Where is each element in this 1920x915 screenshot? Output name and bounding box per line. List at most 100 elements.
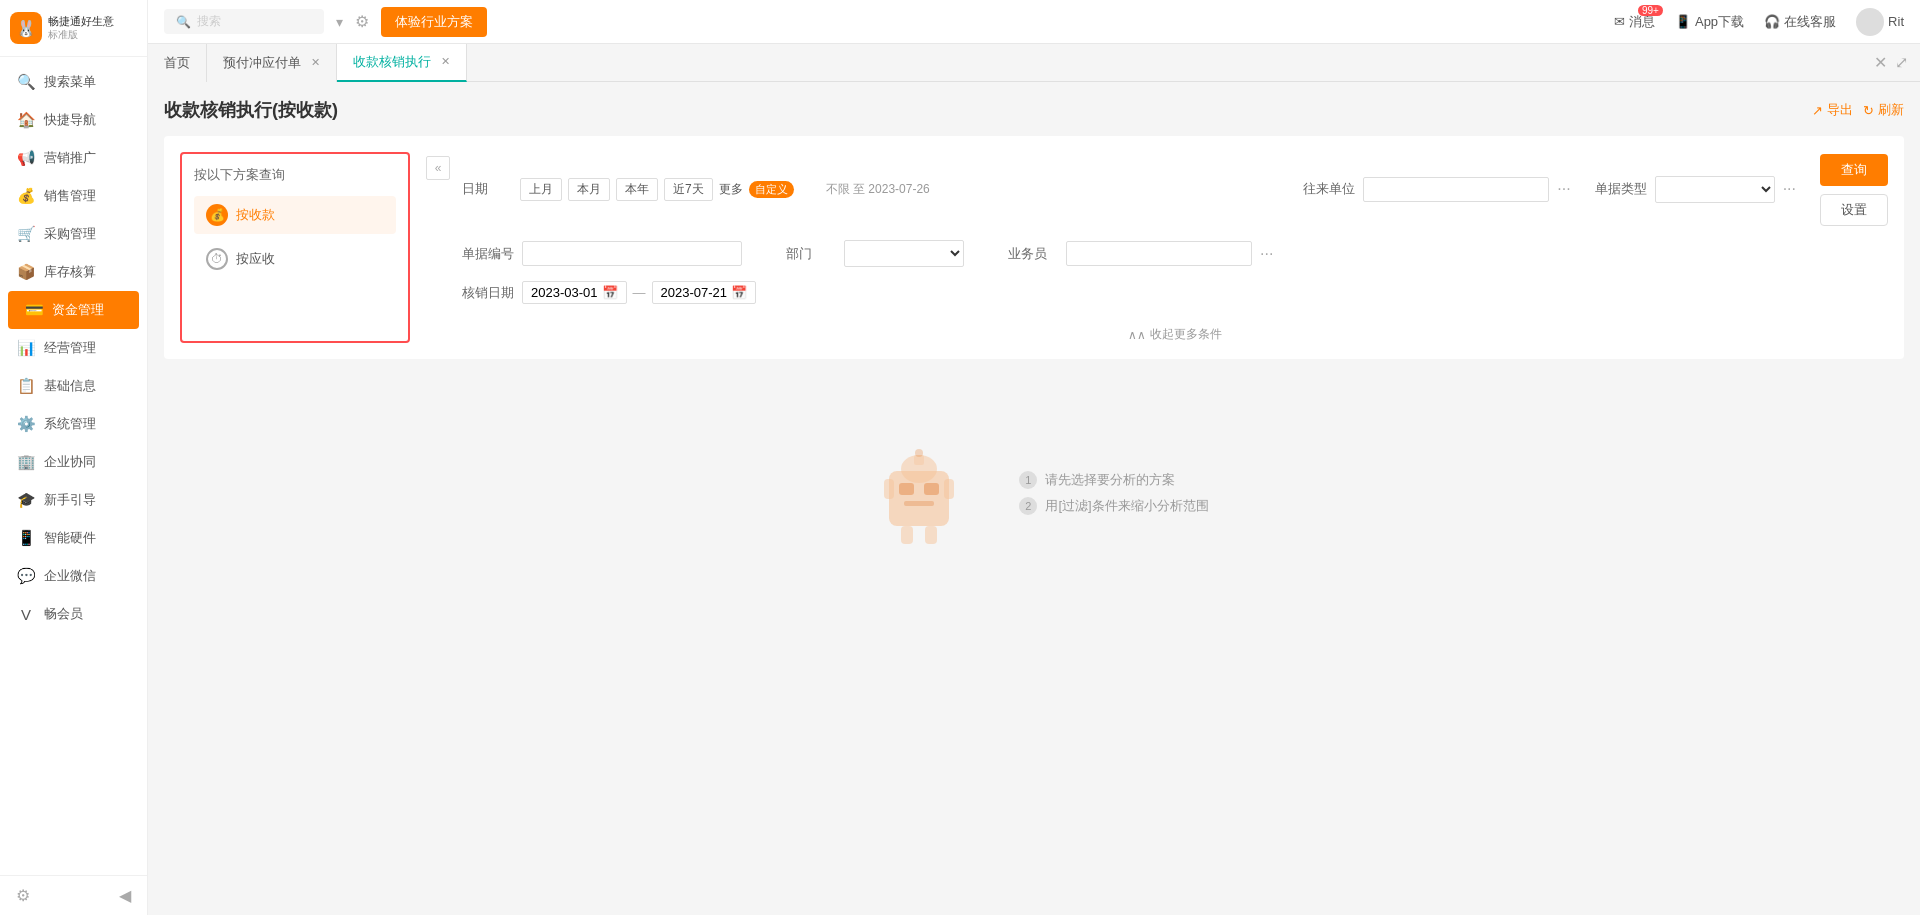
tab-bar: 首页 预付冲应付单 ✕ 收款核销执行 ✕ ✕ ⤢ — [148, 44, 1920, 82]
app-download-label: App下载 — [1695, 13, 1744, 31]
date-btn-7days[interactable]: 近7天 — [664, 178, 713, 201]
sidebar-item-system[interactable]: ⚙️ 系统管理 — [0, 405, 147, 443]
sidebar: 🐰 畅捷通好生意 标准版 🔍 搜索菜单 🏠 快捷导航 📢 营销推广 💰 销售管理… — [0, 0, 148, 915]
sidebar-item-member[interactable]: V 畅会员 — [0, 595, 147, 633]
tab-prepay[interactable]: 预付冲应付单 ✕ — [207, 44, 337, 82]
header-left: 🔍 搜索 ▾ ⚙ 体验行业方案 — [164, 7, 487, 37]
tab-prepay-label: 预付冲应付单 — [223, 54, 301, 72]
header-dropdown-icon[interactable]: ▾ — [336, 14, 343, 30]
verify-date-start-box[interactable]: 2023-03-01 📅 — [522, 281, 627, 304]
export-button[interactable]: ↗ 导出 — [1812, 101, 1853, 119]
marketing-icon: 📢 — [16, 149, 36, 167]
verify-date-end-box[interactable]: 2023-07-21 📅 — [652, 281, 757, 304]
date-custom-tag[interactable]: 自定义 — [749, 181, 794, 198]
guide-icon: 🎓 — [16, 491, 36, 509]
coop-icon: 🏢 — [16, 453, 36, 471]
online-service-link[interactable]: 🎧 在线客服 — [1764, 13, 1836, 31]
collapse-more-label: 收起更多条件 — [1150, 326, 1222, 343]
sidebar-item-purchase[interactable]: 🛒 采购管理 — [0, 215, 147, 253]
message-icon: ✉ — [1614, 14, 1625, 29]
filter-area: 按以下方案查询 💰 按收款 ⏱ 按应收 « 日期 — [164, 136, 1904, 359]
date-label: 日期 — [462, 180, 512, 198]
app-download-link[interactable]: 📱 App下载 — [1675, 13, 1744, 31]
date-btn-this-month[interactable]: 本月 — [568, 178, 610, 201]
sidebar-nav: 🔍 搜索菜单 🏠 快捷导航 📢 营销推广 💰 销售管理 🛒 采购管理 📦 库存核… — [0, 57, 147, 875]
sidebar-item-label: 新手引导 — [44, 491, 96, 509]
member-icon: V — [16, 606, 36, 623]
sidebar-item-operations[interactable]: 📊 经营管理 — [0, 329, 147, 367]
svg-rect-1 — [899, 483, 914, 495]
verify-date-start: 2023-03-01 — [531, 285, 598, 300]
settings-button[interactable]: 设置 — [1820, 194, 1888, 226]
tab-expand-icon[interactable]: ⤢ — [1895, 53, 1908, 72]
sidebar-item-wechat[interactable]: 💬 企业微信 — [0, 557, 147, 595]
filter-row-3: 核销日期 2023-03-01 📅 — 2023-07-21 📅 — [462, 281, 1888, 304]
staff-dots[interactable]: ··· — [1260, 245, 1273, 263]
tab-home[interactable]: 首页 — [148, 44, 207, 82]
settings-bottom-icon[interactable]: ⚙ — [16, 886, 30, 905]
sidebar-item-marketing[interactable]: 📢 营销推广 — [0, 139, 147, 177]
svg-rect-3 — [904, 501, 934, 506]
sidebar-item-label: 企业微信 — [44, 567, 96, 585]
sidebar-item-sales[interactable]: 💰 销售管理 — [0, 177, 147, 215]
svg-rect-6 — [901, 526, 913, 544]
solution-button[interactable]: 体验行业方案 — [381, 7, 487, 37]
receipt-icon: 💰 — [206, 204, 228, 226]
sidebar-item-label: 资金管理 — [52, 301, 104, 319]
department-select[interactable] — [844, 240, 964, 267]
tab-collection-label: 收款核销执行 — [353, 53, 431, 71]
user-area[interactable]: Rit — [1856, 8, 1904, 36]
sidebar-item-quick[interactable]: 🏠 快捷导航 — [0, 101, 147, 139]
collapse-more-row: ∧∧ 收起更多条件 — [462, 318, 1888, 343]
tab-prepay-close[interactable]: ✕ — [311, 56, 320, 69]
query-button[interactable]: 查询 — [1820, 154, 1888, 186]
message-badge: 99+ — [1638, 5, 1663, 16]
verify-date-range: 2023-03-01 📅 — 2023-07-21 📅 — [522, 281, 756, 304]
counterparty-input[interactable] — [1363, 177, 1549, 202]
sidebar-item-inventory[interactable]: 📦 库存核算 — [0, 253, 147, 291]
date-btn-last-month[interactable]: 上月 — [520, 178, 562, 201]
filter-by-receipt[interactable]: 💰 按收款 — [194, 196, 396, 234]
doc-number-input[interactable] — [522, 241, 742, 266]
counterparty-label: 往来单位 — [1303, 180, 1355, 198]
finance-icon: 💳 — [24, 301, 44, 319]
message-button[interactable]: ✉ 消息 99+ — [1614, 13, 1655, 31]
staff-input[interactable] — [1066, 241, 1252, 266]
main-area: 🔍 搜索 ▾ ⚙ 体验行业方案 ✉ 消息 99+ 📱 App下载 🎧 在线客服 — [148, 0, 1920, 915]
sidebar-item-basic[interactable]: 📋 基础信息 — [0, 367, 147, 405]
header-gear-icon[interactable]: ⚙ — [355, 12, 369, 31]
sidebar-item-search[interactable]: 🔍 搜索菜单 — [0, 63, 147, 101]
sidebar-item-label: 销售管理 — [44, 187, 96, 205]
sidebar-collapse-icon[interactable]: ◀ — [119, 886, 131, 905]
doc-type-dots[interactable]: ··· — [1783, 180, 1796, 198]
tab-collection[interactable]: 收款核销执行 ✕ — [337, 44, 467, 82]
collapse-more-button[interactable]: ∧∧ 收起更多条件 — [1128, 326, 1222, 343]
date-more[interactable]: 更多 — [719, 181, 743, 198]
sidebar-item-guide[interactable]: 🎓 新手引导 — [0, 481, 147, 519]
counterparty-dots[interactable]: ··· — [1557, 180, 1570, 198]
doc-type-select[interactable] — [1655, 176, 1775, 203]
export-label: 导出 — [1827, 101, 1853, 119]
sidebar-item-label: 快捷导航 — [44, 111, 96, 129]
sidebar-item-hardware[interactable]: 📱 智能硬件 — [0, 519, 147, 557]
filter-by-receivable[interactable]: ⏱ 按应收 — [194, 240, 396, 278]
tab-close-icon[interactable]: ✕ — [1874, 53, 1887, 72]
sidebar-item-coop[interactable]: 🏢 企业协同 — [0, 443, 147, 481]
header-search-box[interactable]: 🔍 搜索 — [164, 9, 324, 34]
app-icon: 📱 — [1675, 14, 1691, 29]
doc-type-group: 单据类型 ··· — [1595, 176, 1796, 203]
hint-text-2: 用[过滤]条件来缩小分析范围 — [1045, 497, 1208, 515]
operations-icon: 📊 — [16, 339, 36, 357]
refresh-button[interactable]: ↻ 刷新 — [1863, 101, 1904, 119]
top-header: 🔍 搜索 ▾ ⚙ 体验行业方案 ✉ 消息 99+ 📱 App下载 🎧 在线客服 — [148, 0, 1920, 44]
sidebar-item-label: 系统管理 — [44, 415, 96, 433]
sidebar-item-label: 库存核算 — [44, 263, 96, 281]
date-range-text: 不限 至 2023-07-26 — [826, 181, 930, 198]
department-label: 部门 — [786, 245, 836, 263]
collapse-left-btn[interactable]: « — [426, 156, 450, 180]
date-btn-this-year[interactable]: 本年 — [616, 178, 658, 201]
empty-robot-icon — [859, 431, 979, 554]
sidebar-item-finance[interactable]: 💳 资金管理 — [8, 291, 139, 329]
tab-collection-close[interactable]: ✕ — [441, 55, 450, 68]
page-content: 收款核销执行(按收款) ↗ 导出 ↻ 刷新 按以下方案查询 💰 按收款 — [148, 82, 1920, 915]
